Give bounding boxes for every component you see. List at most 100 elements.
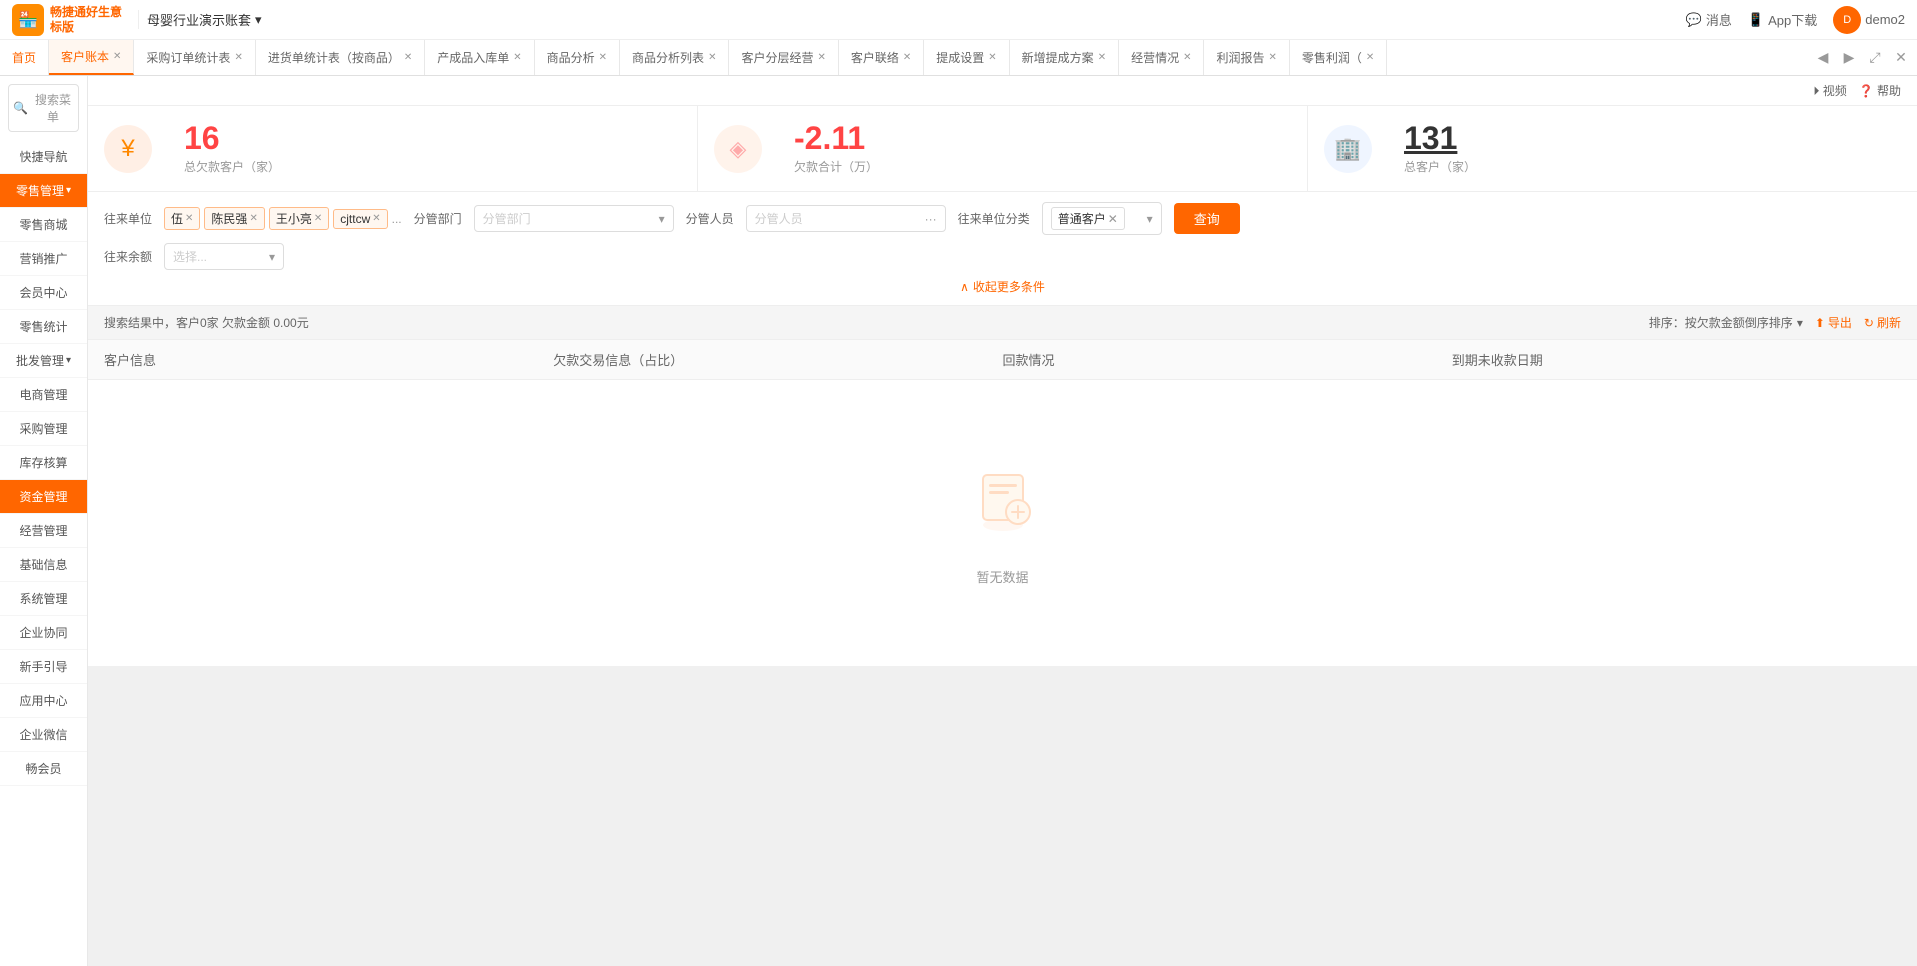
tab-close-product-analysis[interactable]: ✕ xyxy=(599,52,607,63)
filter-tag-unit-1[interactable]: 陈民强 ✕ xyxy=(204,207,264,230)
tab-customer-tier[interactable]: 客户分层经营 ✕ xyxy=(729,40,838,75)
remove-tag-unit-2[interactable]: ✕ xyxy=(314,213,322,224)
avatar: D xyxy=(1833,6,1861,34)
tab-close-customer-contact[interactable]: ✕ xyxy=(903,52,911,63)
tab-business-status[interactable]: 经营情况 ✕ xyxy=(1119,40,1204,75)
user-profile[interactable]: D demo2 xyxy=(1833,6,1905,34)
empty-text: 暂无数据 xyxy=(976,567,1028,586)
sidebar-search-btn[interactable]: 🔍 搜索菜单 xyxy=(8,84,79,132)
sidebar-item-system-mgmt[interactable]: 系统管理 xyxy=(0,582,87,616)
query-button[interactable]: 查询 xyxy=(1174,203,1240,234)
tab-close-customer-tier[interactable]: ✕ xyxy=(817,52,825,63)
video-btn[interactable]: ⏵ 视频 xyxy=(1813,82,1846,99)
tab-home[interactable]: 首页 xyxy=(0,40,49,75)
remove-category-tag-0[interactable]: ✕ xyxy=(1108,212,1118,226)
sidebar-item-ecommerce-mgmt[interactable]: 电商管理 xyxy=(0,378,87,412)
filter-tag-unit-2[interactable]: 王小亮 ✕ xyxy=(269,207,329,230)
tab-profit-report[interactable]: 利润报告 ✕ xyxy=(1204,40,1289,75)
message-btn[interactable]: 💬 消息 xyxy=(1686,10,1732,29)
table-col-repayment: 回款情况 xyxy=(1003,350,1452,369)
stat-value-total-clients: 131 xyxy=(1404,122,1476,154)
tab-bar-actions: ◀ ▶ ⤢ ✕ xyxy=(1807,46,1917,70)
tab-purchase-order-stats[interactable]: 采购订单统计表 ✕ xyxy=(134,40,255,75)
help-btn[interactable]: ❓ 帮助 xyxy=(1859,82,1901,99)
logo-area: 🏪 畅捷通好生意 标版 xyxy=(12,4,122,36)
sidebar-item-member[interactable]: 畅会员 xyxy=(0,752,87,786)
sidebar-item-purchase-mgmt[interactable]: 采购管理 xyxy=(0,412,87,446)
filter-dept-label: 分管部门 xyxy=(414,210,462,227)
more-options-icon[interactable]: ··· xyxy=(925,212,937,226)
tab-promotion-settings[interactable]: 提成设置 ✕ xyxy=(924,40,1009,75)
tab-close-promotion-settings[interactable]: ✕ xyxy=(988,52,996,63)
empty-icon xyxy=(963,460,1043,555)
tab-close-business-status[interactable]: ✕ xyxy=(1183,52,1191,63)
sidebar-item-member-center[interactable]: 会员中心 xyxy=(0,276,87,310)
sort-select[interactable]: 排序：按欠款金额倒序排序 ▾ xyxy=(1649,314,1803,331)
tab-close-purchase-order-stats[interactable]: ✕ xyxy=(234,52,242,63)
chevron-up-icon: ∧ xyxy=(960,280,969,294)
org-selector[interactable]: 母婴行业演示账套 ▾ xyxy=(138,10,270,29)
tab-close-retail-profit[interactable]: ✕ xyxy=(1366,52,1374,63)
tab-prev-btn[interactable]: ◀ xyxy=(1811,46,1835,70)
sidebar-item-marketing[interactable]: 营销推广 xyxy=(0,242,87,276)
category-tag-0[interactable]: 普通客户 ✕ xyxy=(1051,207,1125,230)
tab-next-btn[interactable]: ▶ xyxy=(1837,46,1861,70)
stat-value-total-customers: 16 xyxy=(184,122,280,154)
sidebar-item-inventory-check[interactable]: 库存核算 xyxy=(0,446,87,480)
tab-customer-contact[interactable]: 客户联络 ✕ xyxy=(839,40,924,75)
tab-product-inbound[interactable]: 产成品入库单 ✕ xyxy=(425,40,534,75)
stat-content-3: 131 总客户（家） xyxy=(1404,122,1476,175)
remove-tag-unit-1[interactable]: ✕ xyxy=(249,213,257,224)
sidebar-item-new-guide[interactable]: 新手引导 xyxy=(0,650,87,684)
refresh-btn[interactable]: ↻ 刷新 xyxy=(1864,314,1901,331)
empty-area: 暂无数据 xyxy=(88,380,1917,666)
sidebar-item-app-center[interactable]: 应用中心 xyxy=(0,684,87,718)
sidebar-item-retail-stats[interactable]: 零售统计 xyxy=(0,310,87,344)
sidebar-item-nav[interactable]: 快捷导航 xyxy=(0,140,87,174)
filter-amount-select[interactable]: 选择... ▾ xyxy=(164,243,284,270)
message-icon: 💬 xyxy=(1686,12,1702,28)
filter-dept-select[interactable]: 分管部门 ▾ xyxy=(474,205,674,232)
sidebar-item-basic-info[interactable]: 基础信息 xyxy=(0,548,87,582)
filter-category-select[interactable]: 普通客户 ✕ ▾ xyxy=(1042,202,1162,235)
refresh-icon: ↻ xyxy=(1864,316,1874,330)
tab-product-analysis[interactable]: 商品分析 ✕ xyxy=(535,40,620,75)
top-bar-right: 💬 消息 📱 App下载 D demo2 xyxy=(1686,6,1905,34)
stat-label-total-customers: 总欠款客户（家） xyxy=(184,158,280,175)
sidebar-item-retail-mall[interactable]: 零售商城 xyxy=(0,208,87,242)
tab-close-customer-balance[interactable]: ✕ xyxy=(113,51,121,62)
tab-new-promotion-plan[interactable]: 新增提成方案 ✕ xyxy=(1010,40,1119,75)
tab-customer-balance[interactable]: 客户账本 ✕ xyxy=(49,40,134,75)
sidebar-item-enterprise-wechat[interactable]: 企业微信 xyxy=(0,718,87,752)
filter-more-btn[interactable]: ... xyxy=(392,212,402,226)
export-btn[interactable]: ⬆ 导出 xyxy=(1815,314,1852,331)
sidebar-item-finance-mgmt[interactable]: 资金管理 xyxy=(0,480,87,514)
stat-content-2: -2.11 欠款合计（万） xyxy=(794,122,878,175)
table-col-customer-info: 客户信息 xyxy=(104,350,553,369)
tab-retail-profit[interactable]: 零售利润（ ✕ xyxy=(1290,40,1387,75)
filter-person-select[interactable]: 分管人员 ··· xyxy=(746,205,946,232)
remove-tag-unit-3[interactable]: ✕ xyxy=(372,213,380,224)
table-col-debt-info: 欠款交易信息（占比） xyxy=(553,350,1002,369)
tab-product-analysis-list[interactable]: 商品分析列表 ✕ xyxy=(620,40,729,75)
tab-close-product-analysis-list[interactable]: ✕ xyxy=(708,52,716,63)
sidebar-item-enterprise-coop[interactable]: 企业协同 xyxy=(0,616,87,650)
tab-expand-btn[interactable]: ⤢ xyxy=(1863,46,1887,70)
result-text: 搜索结果中，客户0家 欠款金额 0.00元 xyxy=(104,314,309,331)
collapse-btn[interactable]: ∧ 收起更多条件 xyxy=(960,278,1045,295)
tab-close-all-btn[interactable]: ✕ xyxy=(1889,46,1913,70)
tab-close-profit-report[interactable]: ✕ xyxy=(1269,52,1277,63)
filter-row-1: 往来单位 伍 ✕ 陈民强 ✕ 王小亮 ✕ cjttcw xyxy=(104,202,1901,235)
app-download-btn[interactable]: 📱 App下载 xyxy=(1748,10,1817,29)
tab-inbound-stats[interactable]: 进货单统计表（按商品） ✕ xyxy=(256,40,425,75)
tab-bar: 首页 客户账本 ✕ 采购订单统计表 ✕ 进货单统计表（按商品） ✕ 产成品入库单… xyxy=(0,40,1917,76)
sidebar-item-business-mgmt[interactable]: 经营管理 xyxy=(0,514,87,548)
sidebar-item-wholesale-mgmt[interactable]: 批发管理 ▾ xyxy=(0,344,87,378)
filter-tag-unit-3[interactable]: cjttcw ✕ xyxy=(333,209,387,229)
remove-tag-unit-0[interactable]: ✕ xyxy=(185,213,193,224)
sidebar-item-retail-mgmt[interactable]: 零售管理 ▾ xyxy=(0,174,87,208)
tab-close-inbound-stats[interactable]: ✕ xyxy=(404,52,412,63)
filter-tag-unit-0[interactable]: 伍 ✕ xyxy=(164,207,200,230)
tab-close-new-promotion-plan[interactable]: ✕ xyxy=(1098,52,1106,63)
tab-close-product-inbound[interactable]: ✕ xyxy=(513,52,521,63)
